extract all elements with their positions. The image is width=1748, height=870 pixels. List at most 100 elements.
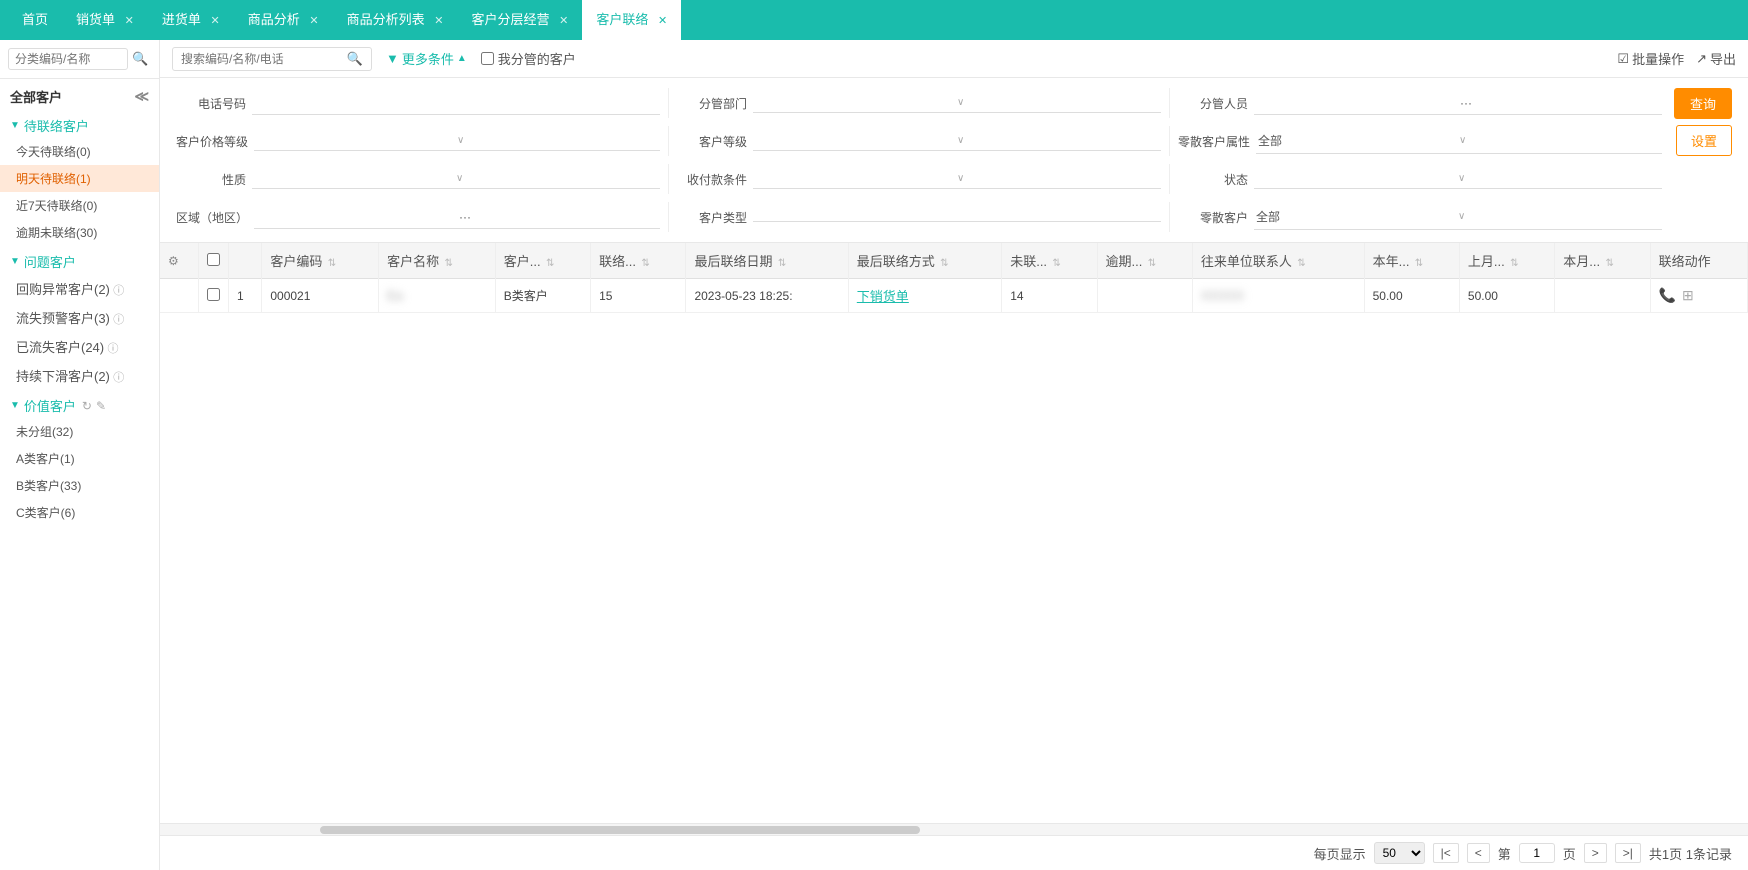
filter-dept: 分管部门 ∨ — [677, 93, 1161, 113]
phone-icon[interactable]: 📞 — [1659, 287, 1676, 304]
sidebar-item-declining[interactable]: 持续下滑客户(2) ⓘ — [0, 361, 159, 390]
close-product-analysis-list-icon[interactable]: ✕ — [434, 15, 443, 27]
table-header-row: ⚙ 客户编码 ⇅ 客户名称 ⇅ 客户... ⇅ — [160, 243, 1748, 279]
toolbar-search-box[interactable]: 🔍 — [172, 47, 372, 71]
filter-price-level-select[interactable]: ∨ — [254, 131, 660, 151]
nav-product-analysis[interactable]: 商品分析 ✕ — [234, 0, 333, 40]
filter-customer-attr-select[interactable]: 全部 ∨ — [1256, 128, 1662, 154]
sidebar-item-today-pending[interactable]: 今天待联络(0) — [0, 138, 159, 165]
sidebar-item-class-b[interactable]: B类客户(33) — [0, 472, 159, 499]
all-customers-header[interactable]: 全部客户 ≪ — [0, 79, 159, 110]
set-button[interactable]: 设置 — [1676, 125, 1732, 156]
nav-customer-tier[interactable]: 客户分层经营 ✕ — [457, 0, 582, 40]
sort-icon-type: ⇅ — [546, 258, 554, 269]
filter-nature-select[interactable]: ∨ — [252, 169, 660, 189]
grid-icon[interactable]: ⊞ — [1682, 287, 1694, 304]
select-all-checkbox[interactable] — [207, 253, 220, 266]
td-action: 📞 ⊞ — [1650, 279, 1747, 313]
sidebar-group-pending-contact[interactable]: ▼ 待联络客户 — [0, 110, 159, 138]
close-customer-tier-icon[interactable]: ✕ — [559, 15, 568, 27]
nav-product-analysis-list[interactable]: 商品分析列表 ✕ — [333, 0, 458, 40]
th-contact-count[interactable]: 联络... ⇅ — [591, 243, 686, 279]
td-code[interactable]: 000021 — [262, 279, 379, 313]
refresh-icon[interactable]: ↻ — [82, 399, 92, 413]
sidebar-group-problem-customers[interactable]: ▼ 问题客户 — [0, 246, 159, 274]
export-btn[interactable]: ↗ 导出 — [1696, 49, 1736, 68]
search-input[interactable] — [181, 52, 347, 66]
first-page-btn[interactable]: |< — [1433, 843, 1459, 863]
th-last-month[interactable]: 上月... ⇅ — [1459, 243, 1554, 279]
th-last-method[interactable]: 最后联络方式 ⇅ — [848, 243, 1001, 279]
sidebar-item-class-a[interactable]: A类客户(1) — [0, 445, 159, 472]
customer-table: ⚙ 客户编码 ⇅ 客户名称 ⇅ 客户... ⇅ — [160, 243, 1748, 313]
th-last-date[interactable]: 最后联络日期 ⇅ — [686, 243, 848, 279]
td-this-month — [1555, 279, 1650, 313]
filter-customer-level-select[interactable]: ∨ — [753, 131, 1161, 151]
sidebar-item-churned[interactable]: 已流失客户(24) ⓘ — [0, 332, 159, 361]
td-checkbox[interactable] — [198, 279, 228, 313]
collapse-sidebar-icon[interactable]: ≪ — [134, 88, 149, 105]
filter-customer-type-select[interactable] — [753, 213, 1161, 222]
sidebar-group-value-customers[interactable]: ▼ 价值客户 ↻ ✎ — [0, 390, 159, 418]
sidebar-search-input[interactable] — [8, 48, 128, 70]
sidebar-item-overdue-pending[interactable]: 逾期未联络(30) — [0, 219, 159, 246]
th-checkbox[interactable] — [198, 243, 228, 279]
nav-purchase-order[interactable]: 进货单 ✕ — [148, 0, 234, 40]
per-page-select[interactable]: 50 20 100 — [1374, 842, 1425, 864]
sidebar-item-7days-pending[interactable]: 近7天待联络(0) — [0, 192, 159, 219]
my-customers-checkbox-label[interactable]: 我分管的客户 — [481, 49, 576, 68]
divider-8 — [1169, 202, 1170, 232]
filter-status-select[interactable]: ∨ — [1254, 169, 1662, 189]
filter-payment-select[interactable]: ∨ — [753, 169, 1161, 189]
th-type[interactable]: 客户... ⇅ — [495, 243, 590, 279]
close-customer-contact-icon[interactable]: ✕ — [658, 15, 667, 27]
page-number-input[interactable] — [1519, 843, 1555, 863]
sidebar-item-class-c[interactable]: C类客户(6) — [0, 499, 159, 526]
search-icon-toolbar[interactable]: 🔍 — [347, 51, 363, 67]
divider-7 — [668, 202, 669, 232]
sidebar-item-tomorrow-pending[interactable]: 明天待联络(1) — [0, 165, 159, 192]
query-button[interactable]: 查询 — [1674, 88, 1732, 119]
filter-phone-label: 电话号码 — [176, 95, 246, 112]
sidebar-search-icon[interactable]: 🔍 — [132, 51, 148, 67]
batch-op-btn[interactable]: ☑ 批量操作 — [1617, 49, 1684, 68]
chevron-down-icon-level: ∨ — [957, 135, 1159, 146]
more-conditions-btn[interactable]: ▼ 更多条件 ▲ — [380, 46, 473, 71]
close-sales-order-icon[interactable]: ✕ — [125, 15, 134, 27]
th-overdue[interactable]: 逾期... ⇅ — [1097, 243, 1192, 279]
row-checkbox[interactable] — [207, 288, 220, 301]
nav-customer-contact[interactable]: 客户联络 ✕ — [582, 0, 681, 40]
prev-page-btn[interactable]: < — [1467, 843, 1490, 863]
th-partner[interactable]: 往来单位联系人 ⇅ — [1192, 243, 1364, 279]
filter-dept-select[interactable]: ∨ — [753, 93, 1161, 113]
horizontal-scrollbar[interactable] — [160, 823, 1748, 835]
my-customers-checkbox[interactable] — [481, 52, 494, 65]
th-action: 联络动作 — [1650, 243, 1747, 279]
nav-sales-order[interactable]: 销货单 ✕ — [62, 0, 148, 40]
filter-region-select[interactable]: ··· — [254, 206, 660, 229]
sidebar-item-churn-warning[interactable]: 流失预警客户(3) ⓘ — [0, 303, 159, 332]
sort-icon-last-date: ⇅ — [778, 258, 786, 269]
close-product-analysis-icon[interactable]: ✕ — [309, 15, 318, 27]
th-this-month[interactable]: 本月... ⇅ — [1555, 243, 1650, 279]
sidebar-item-ungrouped[interactable]: 未分组(32) — [0, 418, 159, 445]
filter-phone-input[interactable] — [252, 92, 660, 115]
scroll-thumb[interactable] — [320, 826, 920, 834]
sidebar-item-repurchase-abnormal[interactable]: 回购异常客户(2) ⓘ — [0, 274, 159, 303]
edit-icon[interactable]: ✎ — [96, 399, 106, 413]
filter-manager-select[interactable]: ··· — [1254, 92, 1662, 115]
filter-scattered-select[interactable]: 全部 ∨ — [1254, 204, 1662, 230]
td-last-method[interactable]: 下销货单 — [848, 279, 1001, 313]
next-page-btn[interactable]: > — [1584, 843, 1607, 863]
filter-status-label: 状态 — [1178, 171, 1248, 188]
th-this-year[interactable]: 本年... ⇅ — [1364, 243, 1459, 279]
th-name[interactable]: 客户名称 ⇅ — [379, 243, 496, 279]
nav-home[interactable]: 首页 — [8, 0, 62, 40]
dots-icon-region[interactable]: ··· — [459, 210, 658, 224]
last-page-btn[interactable]: >| — [1615, 843, 1641, 863]
th-gear[interactable]: ⚙ — [160, 243, 198, 279]
dots-icon-manager[interactable]: ··· — [1460, 96, 1660, 110]
th-no-contact[interactable]: 未联... ⇅ — [1002, 243, 1097, 279]
close-purchase-order-icon[interactable]: ✕ — [211, 15, 220, 27]
th-code[interactable]: 客户编码 ⇅ — [262, 243, 379, 279]
